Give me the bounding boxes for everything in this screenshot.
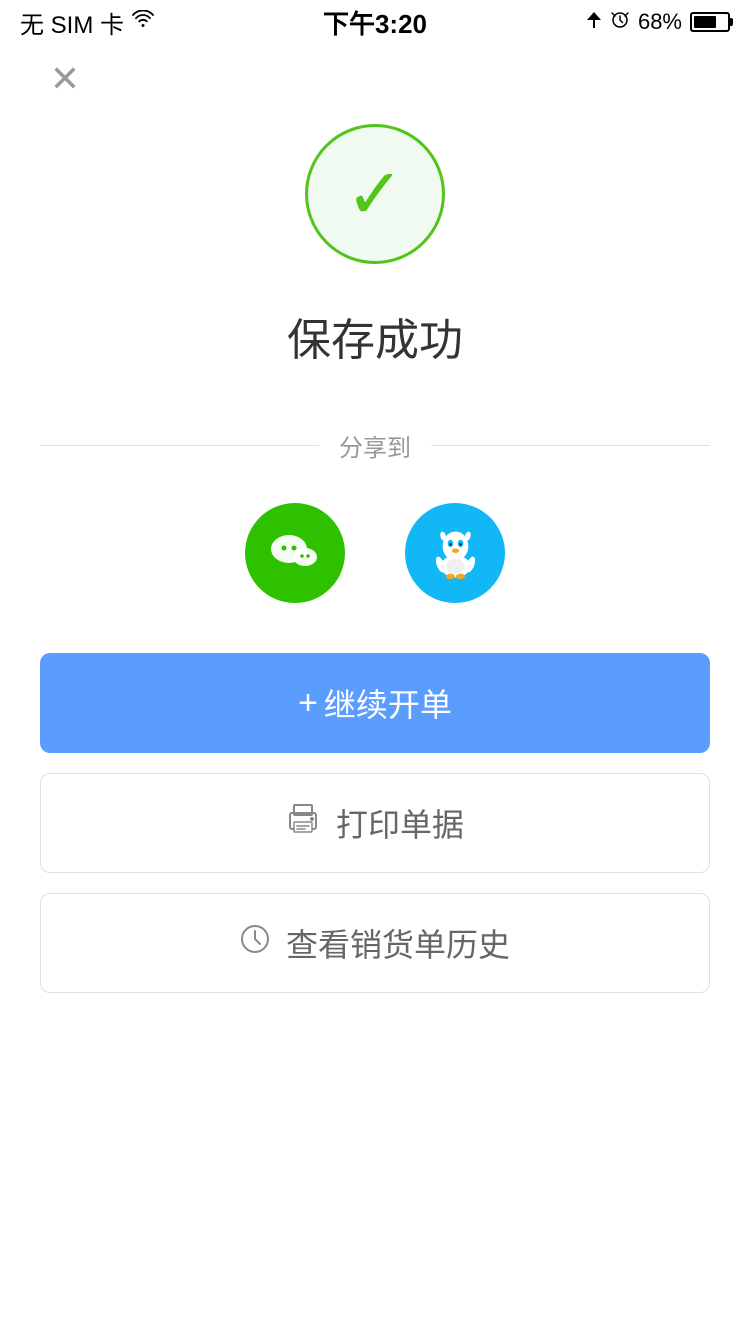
share-divider: 分享到	[40, 428, 710, 463]
close-icon: ✕	[50, 61, 80, 97]
status-left: 无 SIM 卡	[20, 5, 154, 40]
wechat-share-button[interactable]	[245, 503, 345, 603]
continue-plus-icon: +	[298, 684, 318, 723]
printer-icon	[286, 804, 320, 842]
main-content: ✓ 保存成功 分享到	[0, 44, 750, 993]
wifi-icon	[132, 10, 154, 34]
print-button[interactable]: 打印单据	[40, 773, 710, 873]
continue-button[interactable]: + 继续开单	[40, 653, 710, 753]
carrier-text: 无 SIM 卡	[20, 5, 124, 40]
battery-percent: 68%	[638, 9, 682, 35]
status-bar: 无 SIM 卡 下午3:20 68%	[0, 0, 750, 44]
continue-label: 继续开单	[324, 680, 452, 726]
action-buttons: + 继续开单 打印单据	[0, 653, 750, 993]
status-time: 下午3:20	[323, 4, 427, 41]
checkmark-icon: ✓	[346, 159, 405, 229]
success-title: 保存成功	[287, 304, 463, 368]
share-section: 分享到	[0, 428, 750, 603]
qq-share-button[interactable]	[405, 503, 505, 603]
success-circle: ✓	[305, 124, 445, 264]
clock-icon	[240, 924, 270, 962]
close-button[interactable]: ✕	[40, 54, 90, 104]
divider-line-left	[40, 445, 319, 446]
share-label: 分享到	[339, 428, 411, 463]
print-label: 打印单据	[336, 800, 464, 846]
history-button[interactable]: 查看销货单历史	[40, 893, 710, 993]
status-right: 68%	[586, 9, 730, 35]
location-icon	[586, 9, 602, 35]
history-label: 查看销货单历史	[286, 920, 510, 966]
battery-icon	[690, 12, 730, 32]
share-icons-row	[40, 503, 710, 603]
divider-line-right	[431, 445, 710, 446]
alarm-icon	[610, 9, 630, 35]
